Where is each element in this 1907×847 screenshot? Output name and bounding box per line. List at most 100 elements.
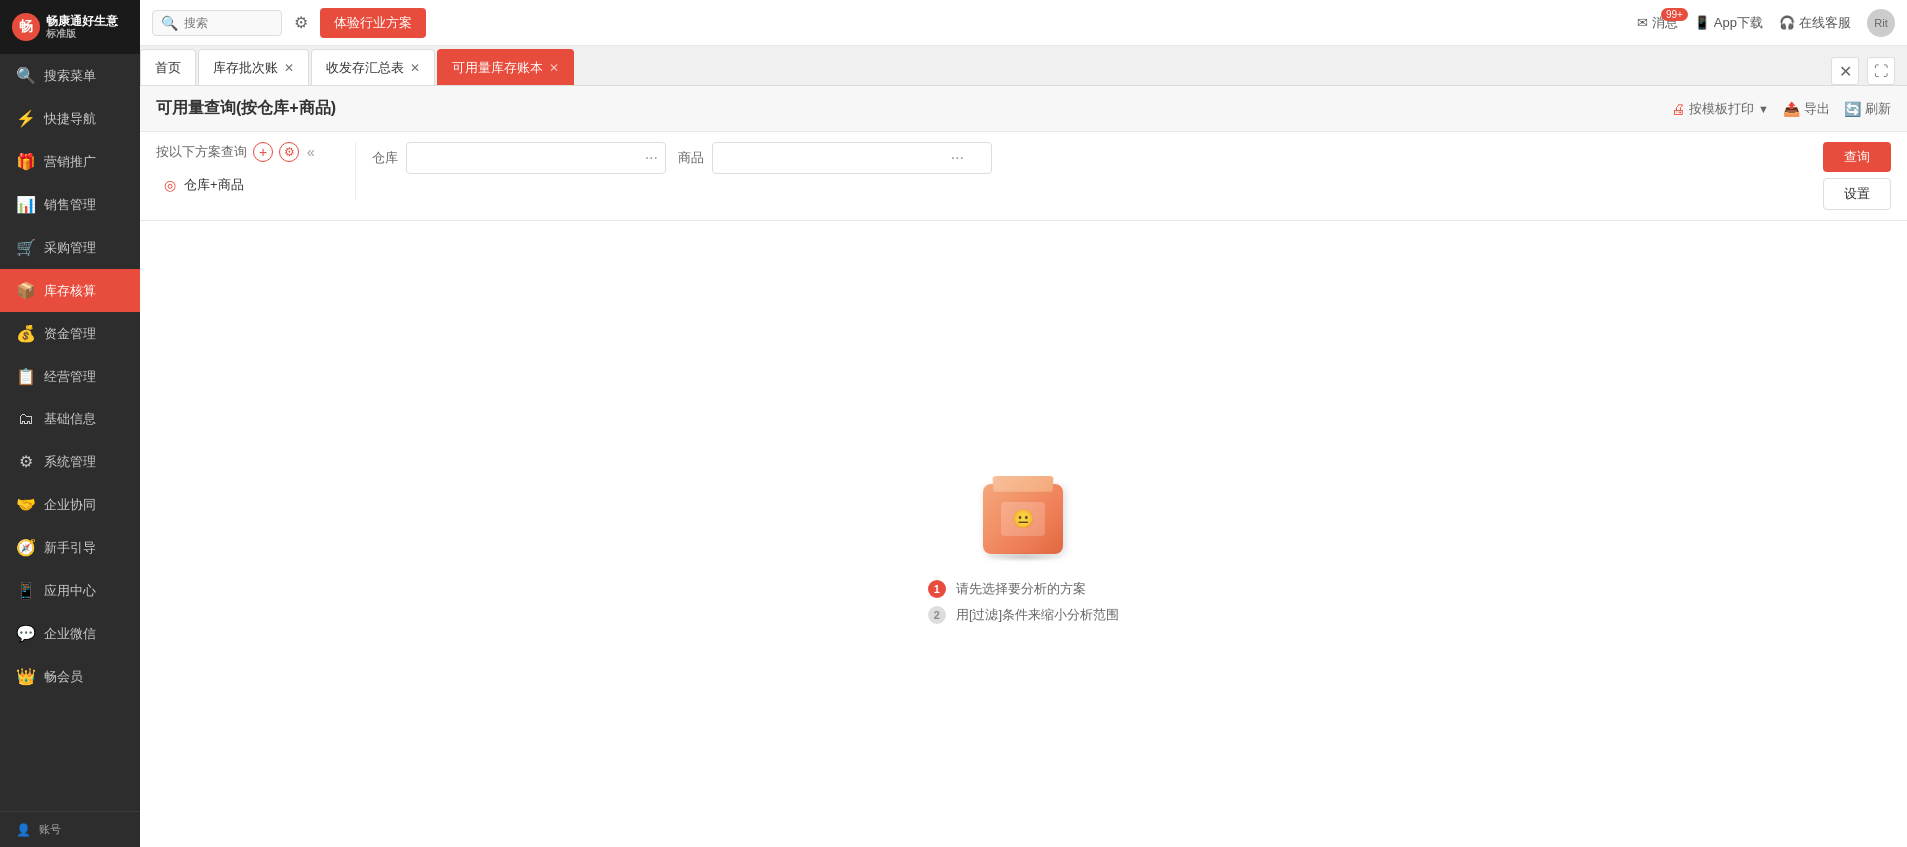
tab-panel-close-button[interactable]: ✕: [1831, 57, 1859, 85]
sidebar-item-finance[interactable]: 💰 资金管理: [0, 312, 140, 355]
sidebar-item-purchase[interactable]: 🛒 采购管理: [0, 226, 140, 269]
app-center-icon: 📱: [16, 581, 36, 600]
query-button[interactable]: 查询: [1823, 142, 1891, 172]
filter-field-goods: 商品 ···: [678, 142, 972, 174]
member-icon: 👑: [16, 667, 36, 686]
sidebar-label-marketing: 营销推广: [44, 153, 96, 171]
notification-badge: 99+: [1661, 8, 1688, 21]
export-button[interactable]: 📤 导出: [1783, 100, 1830, 118]
goods-label: 商品: [678, 149, 704, 167]
goods-input-wrap: ···: [712, 142, 972, 174]
goods-more-button[interactable]: ···: [951, 149, 964, 167]
sidebar-item-member[interactable]: 👑 畅会员: [0, 655, 140, 698]
sidebar-item-marketing[interactable]: 🎁 营销推广: [0, 140, 140, 183]
sidebar-label-operations: 经营管理: [44, 368, 96, 386]
sidebar-label-sales: 销售管理: [44, 196, 96, 214]
filter-scheme-panel: 按以下方案查询 + ⚙ « ◎ 仓库+商品: [156, 142, 356, 200]
sidebar-item-app-center[interactable]: 📱 应用中心: [0, 569, 140, 612]
warehouse-input[interactable]: [406, 142, 666, 174]
sidebar-label-search: 搜索菜单: [44, 67, 96, 85]
sidebar-item-inventory[interactable]: 📦 库存核算: [0, 269, 140, 312]
tabs-right-controls: ✕ ⛶: [1831, 57, 1907, 85]
topbar: 🔍 ⚙ 体验行业方案 ✉ 消息 99+ 📱 App下载 🎧 在线客服 Rit: [140, 0, 1907, 46]
user-avatar-text: Rit: [1874, 17, 1887, 29]
sidebar-bottom[interactable]: 👤 账号: [0, 811, 140, 847]
tab-recv-summary-label: 收发存汇总表: [326, 59, 404, 77]
template-print-label: 按模板打印: [1689, 100, 1754, 118]
user-avatar[interactable]: Rit: [1867, 9, 1895, 37]
settings-gear-icon[interactable]: ⚙: [294, 13, 308, 32]
tab-home[interactable]: 首页: [140, 49, 196, 85]
sidebar-item-wechat[interactable]: 💬 企业微信: [0, 612, 140, 655]
inventory-icon: 📦: [16, 281, 36, 300]
filter-field-warehouse: 仓库 ···: [372, 142, 666, 174]
customer-service-icon: 🎧: [1779, 15, 1795, 30]
sidebar-label-member: 畅会员: [44, 668, 83, 686]
sidebar-item-sales[interactable]: 📊 销售管理: [0, 183, 140, 226]
tab-panel-expand-button[interactable]: ⛶: [1867, 57, 1895, 85]
wechat-icon: 💬: [16, 624, 36, 643]
tab-batch-account[interactable]: 库存批次账 ✕: [198, 49, 309, 85]
tab-available-qty-label: 可用量库存账本: [452, 59, 543, 77]
tab-recv-summary-close[interactable]: ✕: [410, 61, 420, 75]
app-name: 畅康通好生意: [46, 14, 118, 28]
empty-illustration: 😐: [963, 444, 1083, 564]
refresh-button[interactable]: 🔄 刷新: [1844, 100, 1891, 118]
notification-button[interactable]: ✉ 消息 99+: [1637, 14, 1678, 32]
option-icon: ◎: [164, 177, 176, 193]
add-scheme-button[interactable]: +: [253, 142, 273, 162]
export-icon: 📤: [1783, 101, 1800, 117]
marketing-icon: 🎁: [16, 152, 36, 171]
filter-scheme-header: 按以下方案查询 + ⚙ «: [156, 142, 343, 162]
tab-home-label: 首页: [155, 59, 181, 77]
purchase-icon: 🛒: [16, 238, 36, 257]
sidebar-item-shortcut[interactable]: ⚡ 快捷导航: [0, 97, 140, 140]
sidebar-bottom-icon: 👤: [16, 823, 31, 837]
sidebar-item-basic[interactable]: 🗂 基础信息: [0, 398, 140, 440]
search-input[interactable]: [184, 16, 264, 30]
print-icon: 🖨: [1671, 101, 1685, 117]
topbar-search-icon: 🔍: [161, 15, 178, 31]
topbar-right: ✉ 消息 99+ 📱 App下载 🎧 在线客服 Rit: [1637, 9, 1895, 37]
collapse-button[interactable]: «: [307, 144, 315, 160]
tab-available-qty[interactable]: 可用量库存账本 ✕: [437, 49, 574, 85]
filter-option-warehouse-goods[interactable]: ◎ 仓库+商品: [156, 170, 343, 200]
sidebar: 畅 畅康通好生意 标准版 🔍 搜索菜单 ⚡ 快捷导航 🎁 营销推广 📊 销售管理…: [0, 0, 140, 847]
main-content: 🔍 ⚙ 体验行业方案 ✉ 消息 99+ 📱 App下载 🎧 在线客服 Rit: [140, 0, 1907, 847]
tab-batch-account-close[interactable]: ✕: [284, 61, 294, 75]
sidebar-item-operations[interactable]: 📋 经营管理: [0, 355, 140, 398]
sales-icon: 📊: [16, 195, 36, 214]
basic-icon: 🗂: [16, 410, 36, 428]
topbar-search-box[interactable]: 🔍: [152, 10, 282, 36]
sidebar-item-guide[interactable]: 🧭 新手引导: [0, 526, 140, 569]
tabs-bar: 首页 库存批次账 ✕ 收发存汇总表 ✕ 可用量库存账本 ✕ ✕ ⛶: [140, 46, 1907, 86]
shortcut-icon: ⚡: [16, 109, 36, 128]
export-label: 导出: [1804, 100, 1830, 118]
finance-icon: 💰: [16, 324, 36, 343]
scheme-settings-button[interactable]: ⚙: [279, 142, 299, 162]
warehouse-input-wrap: ···: [406, 142, 666, 174]
empty-step-1: 1 请先选择要分析的方案: [928, 580, 1119, 598]
industry-solution-button[interactable]: 体验行业方案: [320, 8, 426, 38]
sidebar-label-app-center: 应用中心: [44, 582, 96, 600]
sidebar-item-enterprise[interactable]: 🤝 企业协同: [0, 483, 140, 526]
search-icon: 🔍: [16, 66, 36, 85]
empty-box-illustration: 😐: [983, 484, 1063, 554]
step-1-num: 1: [928, 580, 946, 598]
warehouse-more-button[interactable]: ···: [645, 149, 658, 167]
template-print-button[interactable]: 🖨 按模板打印 ▼: [1671, 100, 1769, 118]
column-settings-button[interactable]: 设置: [1823, 178, 1891, 210]
sidebar-item-system[interactable]: ⚙ 系统管理: [0, 440, 140, 483]
filter-option-label: 仓库+商品: [184, 176, 244, 194]
app-download-icon: 📱: [1694, 15, 1710, 30]
tab-recv-summary[interactable]: 收发存汇总表 ✕: [311, 49, 435, 85]
app-download-label: App下载: [1714, 14, 1763, 32]
refresh-label: 刷新: [1865, 100, 1891, 118]
app-logo: 畅 畅康通好生意 标准版: [0, 0, 140, 54]
customer-service-button[interactable]: 🎧 在线客服: [1779, 14, 1851, 32]
customer-service-label: 在线客服: [1799, 14, 1851, 32]
tab-available-qty-close[interactable]: ✕: [549, 61, 559, 75]
sidebar-item-search[interactable]: 🔍 搜索菜单: [0, 54, 140, 97]
app-download-button[interactable]: 📱 App下载: [1694, 14, 1763, 32]
print-dropdown-icon[interactable]: ▼: [1758, 103, 1769, 115]
